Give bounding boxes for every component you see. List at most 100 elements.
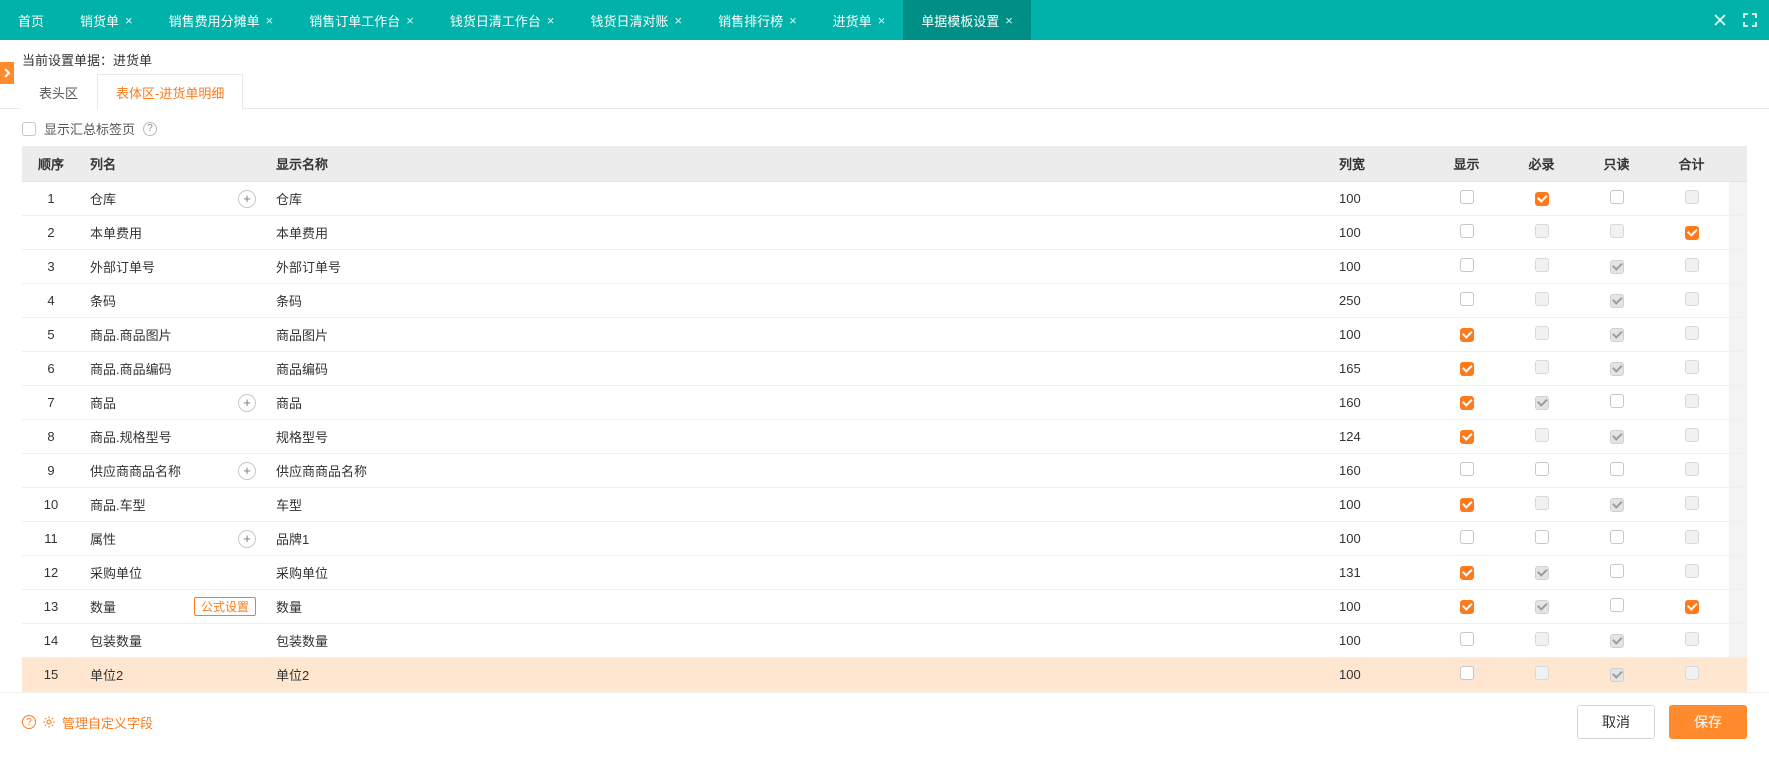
ro-checkbox[interactable] bbox=[1610, 394, 1624, 408]
ro-checkbox[interactable] bbox=[1610, 598, 1624, 612]
cell-display-name[interactable]: 商品 bbox=[266, 386, 1329, 420]
cancel-button[interactable]: 取消 bbox=[1577, 705, 1655, 739]
cell-width[interactable]: 100 bbox=[1329, 624, 1429, 658]
cell-display-name[interactable]: 条码 bbox=[266, 284, 1329, 318]
show-checkbox[interactable] bbox=[1460, 462, 1474, 476]
cell-display-name[interactable]: 规格型号 bbox=[266, 420, 1329, 454]
sum-checkbox[interactable] bbox=[1685, 600, 1699, 614]
cell-width[interactable]: 100 bbox=[1329, 590, 1429, 624]
cell-display-name[interactable]: 数量 bbox=[266, 590, 1329, 624]
show-checkbox[interactable] bbox=[1460, 258, 1474, 272]
sidebar-expand-handle[interactable] bbox=[0, 62, 14, 84]
cell-width[interactable]: 100 bbox=[1329, 658, 1429, 692]
add-column-icon[interactable]: + bbox=[238, 462, 256, 480]
cell-display-name[interactable]: 外部订单号 bbox=[266, 250, 1329, 284]
scrollbar-gutter[interactable] bbox=[1729, 182, 1747, 216]
cell-display-name[interactable]: 单位2 bbox=[266, 658, 1329, 692]
table-row[interactable]: 6商品.商品编码商品编码165 bbox=[22, 352, 1747, 386]
help-icon[interactable]: ? bbox=[143, 122, 157, 136]
cell-display-name[interactable]: 商品图片 bbox=[266, 318, 1329, 352]
tab-close-icon[interactable]: × bbox=[878, 13, 886, 28]
sub-tab[interactable]: 表头区 bbox=[20, 74, 97, 110]
cell-width[interactable]: 250 bbox=[1329, 284, 1429, 318]
cell-width[interactable]: 100 bbox=[1329, 522, 1429, 556]
tab-close-icon[interactable]: × bbox=[674, 13, 682, 28]
fullscreen-icon[interactable] bbox=[1741, 11, 1759, 29]
show-checkbox[interactable] bbox=[1460, 498, 1474, 512]
cell-display-name[interactable]: 采购单位 bbox=[266, 556, 1329, 590]
req-checkbox[interactable] bbox=[1535, 192, 1549, 206]
sum-checkbox[interactable] bbox=[1685, 226, 1699, 240]
top-tab[interactable]: 单据模板设置× bbox=[903, 0, 1031, 40]
cell-width[interactable]: 100 bbox=[1329, 488, 1429, 522]
top-tab[interactable]: 钱货日清对账× bbox=[572, 0, 700, 40]
table-row[interactable]: 7商品+商品160 bbox=[22, 386, 1747, 420]
table-row[interactable]: 8商品.规格型号规格型号124 bbox=[22, 420, 1747, 454]
cell-display-name[interactable]: 商品编码 bbox=[266, 352, 1329, 386]
add-column-icon[interactable]: + bbox=[238, 394, 256, 412]
tab-close-icon[interactable]: × bbox=[789, 13, 797, 28]
ro-checkbox[interactable] bbox=[1610, 190, 1624, 204]
table-row[interactable]: 4条码条码250 bbox=[22, 284, 1747, 318]
cell-width[interactable]: 100 bbox=[1329, 216, 1429, 250]
show-checkbox[interactable] bbox=[1460, 292, 1474, 306]
cell-display-name[interactable]: 包装数量 bbox=[266, 624, 1329, 658]
sub-tab[interactable]: 表体区-进货单明细 bbox=[97, 74, 243, 110]
add-column-icon[interactable]: + bbox=[238, 530, 256, 548]
table-row[interactable]: 9供应商商品名称+供应商商品名称160 bbox=[22, 454, 1747, 488]
show-checkbox[interactable] bbox=[1460, 600, 1474, 614]
cell-display-name[interactable]: 车型 bbox=[266, 488, 1329, 522]
ro-checkbox[interactable] bbox=[1610, 462, 1624, 476]
show-checkbox[interactable] bbox=[1460, 666, 1474, 680]
table-row[interactable]: 11属性+品牌1100 bbox=[22, 522, 1747, 556]
cell-width[interactable]: 100 bbox=[1329, 182, 1429, 216]
top-tab[interactable]: 钱货日清工作台× bbox=[432, 0, 573, 40]
show-checkbox[interactable] bbox=[1460, 430, 1474, 444]
tab-close-icon[interactable]: × bbox=[266, 13, 274, 28]
show-checkbox[interactable] bbox=[1460, 396, 1474, 410]
table-row[interactable]: 14包装数量包装数量100 bbox=[22, 624, 1747, 658]
table-row[interactable]: 1仓库+仓库100 bbox=[22, 182, 1747, 216]
show-checkbox[interactable] bbox=[1460, 190, 1474, 204]
show-summary-tab-checkbox[interactable] bbox=[22, 122, 36, 136]
table-row[interactable]: 3外部订单号外部订单号100 bbox=[22, 250, 1747, 284]
table-row[interactable]: 10商品.车型车型100 bbox=[22, 488, 1747, 522]
cell-width[interactable]: 160 bbox=[1329, 454, 1429, 488]
cell-width[interactable]: 131 bbox=[1329, 556, 1429, 590]
cell-display-name[interactable]: 本单费用 bbox=[266, 216, 1329, 250]
cell-width[interactable]: 160 bbox=[1329, 386, 1429, 420]
formula-tag[interactable]: 公式设置 bbox=[194, 597, 256, 616]
tab-close-icon[interactable]: × bbox=[406, 13, 414, 28]
cell-width[interactable]: 165 bbox=[1329, 352, 1429, 386]
top-tab[interactable]: 销售费用分摊单× bbox=[151, 0, 292, 40]
show-checkbox[interactable] bbox=[1460, 328, 1474, 342]
show-checkbox[interactable] bbox=[1460, 530, 1474, 544]
show-checkbox[interactable] bbox=[1460, 632, 1474, 646]
ro-checkbox[interactable] bbox=[1610, 530, 1624, 544]
add-column-icon[interactable]: + bbox=[238, 190, 256, 208]
cell-display-name[interactable]: 仓库 bbox=[266, 182, 1329, 216]
top-tab[interactable]: 进货单× bbox=[815, 0, 904, 40]
cell-display-name[interactable]: 供应商商品名称 bbox=[266, 454, 1329, 488]
cell-width[interactable]: 100 bbox=[1329, 250, 1429, 284]
table-row[interactable]: 5商品.商品图片商品图片100 bbox=[22, 318, 1747, 352]
ro-checkbox[interactable] bbox=[1610, 564, 1624, 578]
top-tab[interactable]: 首页 bbox=[0, 0, 62, 40]
show-checkbox[interactable] bbox=[1460, 224, 1474, 238]
table-row[interactable]: 12采购单位采购单位131 bbox=[22, 556, 1747, 590]
cell-width[interactable]: 124 bbox=[1329, 420, 1429, 454]
top-tab[interactable]: 销售订单工作台× bbox=[291, 0, 432, 40]
req-checkbox[interactable] bbox=[1535, 462, 1549, 476]
table-row[interactable]: 13数量公式设置数量100 bbox=[22, 590, 1747, 624]
show-checkbox[interactable] bbox=[1460, 566, 1474, 580]
tab-close-icon[interactable]: × bbox=[1005, 13, 1013, 28]
req-checkbox[interactable] bbox=[1535, 530, 1549, 544]
tab-close-icon[interactable]: × bbox=[125, 13, 133, 28]
close-all-icon[interactable] bbox=[1711, 11, 1729, 29]
table-row[interactable]: 15单位2单位2100 bbox=[22, 658, 1747, 692]
top-tab[interactable]: 销货单× bbox=[62, 0, 151, 40]
footer-help-icon[interactable]: ? bbox=[22, 715, 36, 729]
save-button[interactable]: 保存 bbox=[1669, 705, 1747, 739]
manage-custom-fields-link[interactable]: 管理自定义字段 bbox=[62, 713, 153, 732]
top-tab[interactable]: 销售排行榜× bbox=[700, 0, 815, 40]
